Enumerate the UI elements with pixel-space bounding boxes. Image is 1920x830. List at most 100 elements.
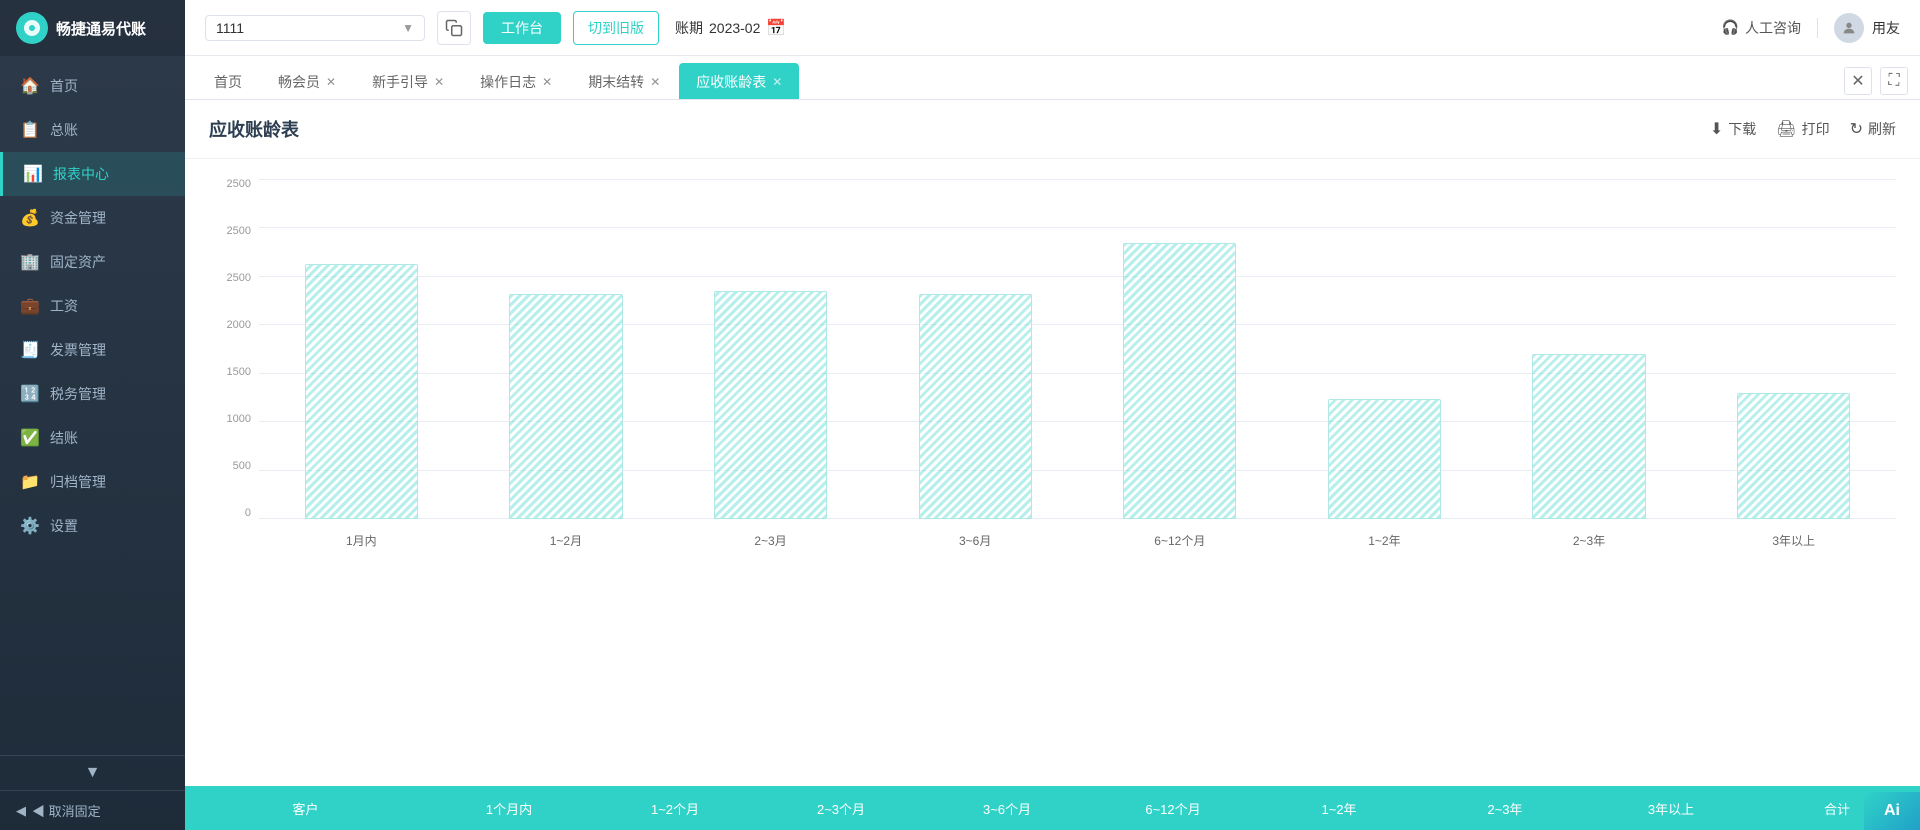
print-icon: 🖨 bbox=[1776, 119, 1796, 139]
sidebar-item-fixed-assets[interactable]: 🏢 固定资产 bbox=[0, 240, 185, 284]
sidebar-scroll-down[interactable]: ▼ bbox=[0, 755, 185, 790]
settlement-icon: ✅ bbox=[20, 428, 40, 448]
download-button[interactable]: ⬇ 下载 bbox=[1710, 119, 1756, 139]
unpin-icon: ◀ bbox=[16, 803, 26, 819]
page-title: 应收账龄表 bbox=[209, 116, 299, 142]
username: 用友 bbox=[1872, 18, 1900, 38]
tab-label-operation-log: 操作日志 bbox=[480, 72, 536, 92]
sidebar-item-invoice-management[interactable]: 🧾 发票管理 bbox=[0, 328, 185, 372]
tab-ar-aging[interactable]: 应收账龄表 ✕ bbox=[679, 63, 799, 99]
table-header-6: 1~2年 bbox=[1256, 787, 1422, 830]
sidebar-item-archive[interactable]: 📁 归档管理 bbox=[0, 460, 185, 504]
sidebar-label-home: 首页 bbox=[50, 76, 78, 96]
download-icon: ⬇ bbox=[1710, 119, 1723, 139]
logo-icon bbox=[16, 12, 48, 44]
chart-area: 25002500250020001500100050001月内1~2月2~3月3… bbox=[185, 159, 1920, 786]
sidebar-item-tax-management[interactable]: 🔢 税务管理 bbox=[0, 372, 185, 416]
settings-icon: ⚙️ bbox=[20, 516, 40, 536]
switch-version-button[interactable]: 切到旧版 bbox=[573, 11, 659, 45]
table-header-2: 1~2个月 bbox=[592, 787, 758, 830]
print-button[interactable]: 🖨 打印 bbox=[1776, 119, 1829, 139]
fund-management-icon: 💰 bbox=[20, 208, 40, 228]
bar-3 bbox=[919, 294, 1032, 519]
general-ledger-icon: 📋 bbox=[20, 120, 40, 140]
sidebar-label-settlement: 结账 bbox=[50, 428, 78, 448]
main-area: 1111 ▼ 工作台 切到旧版 账期 2023-02 📅 🎧 人工咨询 bbox=[185, 0, 1920, 830]
ai-badge[interactable]: Ai bbox=[1864, 792, 1920, 830]
bar-4 bbox=[1123, 243, 1236, 519]
table-header-3: 2~3个月 bbox=[758, 787, 924, 830]
tab-close-member[interactable]: ✕ bbox=[326, 75, 336, 89]
workbench-button[interactable]: 工作台 bbox=[483, 12, 561, 44]
sidebar-item-settings[interactable]: ⚙️ 设置 bbox=[0, 504, 185, 548]
copy-button[interactable] bbox=[437, 11, 471, 45]
sidebar-unpin[interactable]: ◀ ◀ 取消固定 bbox=[0, 790, 185, 830]
dropdown-arrow-icon: ▼ bbox=[402, 21, 414, 35]
table-header-0: 客户 bbox=[185, 787, 426, 830]
home-icon: 🏠 bbox=[20, 76, 40, 96]
bar-group-0 bbox=[259, 264, 464, 519]
tab-close-ar-aging[interactable]: ✕ bbox=[772, 75, 782, 89]
tab-period-closing[interactable]: 期末结转 ✕ bbox=[571, 63, 677, 99]
sidebar-label-fixed-assets: 固定资产 bbox=[50, 252, 106, 272]
tab-home[interactable]: 首页 bbox=[197, 63, 259, 99]
tab-guide[interactable]: 新手引导✕ bbox=[355, 63, 461, 99]
close-tab-button[interactable]: ✕ bbox=[1844, 67, 1872, 95]
table-header-1: 1个月内 bbox=[426, 787, 592, 830]
table-header-5: 6~12个月 bbox=[1090, 787, 1256, 830]
tab-close-operation-log[interactable]: ✕ bbox=[542, 75, 552, 89]
sidebar-logo: 畅捷通易代账 bbox=[0, 0, 185, 56]
refresh-icon: ↻ bbox=[1850, 119, 1863, 139]
archive-icon: 📁 bbox=[20, 472, 40, 492]
bar-group-3 bbox=[873, 294, 1078, 519]
sidebar-item-payroll[interactable]: 💼 工资 bbox=[0, 284, 185, 328]
invoice-management-icon: 🧾 bbox=[20, 340, 40, 360]
sidebar-label-invoice-management: 发票管理 bbox=[50, 340, 106, 360]
maximize-tab-button[interactable]: ⛶ bbox=[1880, 67, 1908, 95]
sidebar-item-general-ledger[interactable]: 📋 总账 bbox=[0, 108, 185, 152]
report-center-icon: 📊 bbox=[23, 164, 43, 184]
sidebar-item-settlement[interactable]: ✅ 结账 bbox=[0, 416, 185, 460]
tab-close-guide[interactable]: ✕ bbox=[434, 75, 444, 89]
refresh-button[interactable]: ↻ 刷新 bbox=[1850, 119, 1896, 139]
bar-group-2 bbox=[668, 291, 873, 519]
tab-label-home: 首页 bbox=[214, 72, 242, 92]
tab-label-ar-aging: 应收账龄表 bbox=[696, 72, 766, 92]
sidebar-label-payroll: 工资 bbox=[50, 296, 78, 316]
user-menu[interactable]: 用友 bbox=[1834, 13, 1900, 43]
sidebar: 畅捷通易代账 🏠 首页 📋 总账 📊 报表中心 💰 资金管理 🏢 固定资产 💼 … bbox=[0, 0, 185, 830]
table-header: 客户1个月内1~2个月2~3个月3~6个月6~12个月1~2年2~3年3年以上合… bbox=[185, 786, 1920, 830]
tab-bar: 首页畅会员✕新手引导✕ 操作日志 ✕ 期末结转 ✕ 应收账龄表 ✕ ✕ ⛶ bbox=[185, 56, 1920, 100]
sidebar-nav: 🏠 首页 📋 总账 📊 报表中心 💰 资金管理 🏢 固定资产 💼 工资 🧾 发票… bbox=[0, 56, 185, 755]
period-label: 账期 bbox=[675, 18, 703, 38]
tab-member[interactable]: 畅会员✕ bbox=[261, 63, 353, 99]
bar-chart: 25002500250020001500100050001月内1~2月2~3月3… bbox=[209, 179, 1896, 559]
calendar-icon[interactable]: 📅 bbox=[766, 18, 786, 38]
page-header: 应收账龄表 ⬇ 下载 🖨 打印 ↻ 刷新 bbox=[185, 100, 1920, 159]
bar-2 bbox=[714, 291, 827, 519]
x-label-1: 1~2月 bbox=[464, 532, 669, 549]
period-value: 2023-02 bbox=[709, 20, 760, 36]
company-selector[interactable]: 1111 ▼ bbox=[205, 15, 425, 41]
table-header-7: 2~3年 bbox=[1422, 787, 1588, 830]
sidebar-label-archive: 归档管理 bbox=[50, 472, 106, 492]
sidebar-item-home[interactable]: 🏠 首页 bbox=[0, 64, 185, 108]
tab-operation-log[interactable]: 操作日志 ✕ bbox=[463, 63, 569, 99]
x-label-5: 1~2年 bbox=[1282, 532, 1487, 549]
tab-label-period-closing: 期末结转 bbox=[588, 72, 644, 92]
divider bbox=[1817, 18, 1818, 38]
sidebar-item-fund-management[interactable]: 💰 资金管理 bbox=[0, 196, 185, 240]
download-label: 下载 bbox=[1728, 119, 1756, 139]
consult-label: 人工咨询 bbox=[1745, 18, 1801, 38]
consult-button[interactable]: 🎧 人工咨询 bbox=[1722, 18, 1801, 38]
tab-close-period-closing[interactable]: ✕ bbox=[650, 75, 660, 89]
bar-group-5 bbox=[1282, 399, 1487, 519]
bar-group-1 bbox=[464, 294, 669, 519]
sidebar-item-report-center[interactable]: 📊 报表中心 bbox=[0, 152, 185, 196]
bar-0 bbox=[305, 264, 418, 519]
payroll-icon: 💼 bbox=[20, 296, 40, 316]
fixed-assets-icon: 🏢 bbox=[20, 252, 40, 272]
chart-x-labels: 1月内1~2月2~3月3~6月6~12个月1~2年2~3年3年以上 bbox=[259, 532, 1896, 549]
tab-actions: ✕ ⛶ bbox=[1844, 67, 1908, 99]
sidebar-label-report-center: 报表中心 bbox=[53, 164, 109, 184]
